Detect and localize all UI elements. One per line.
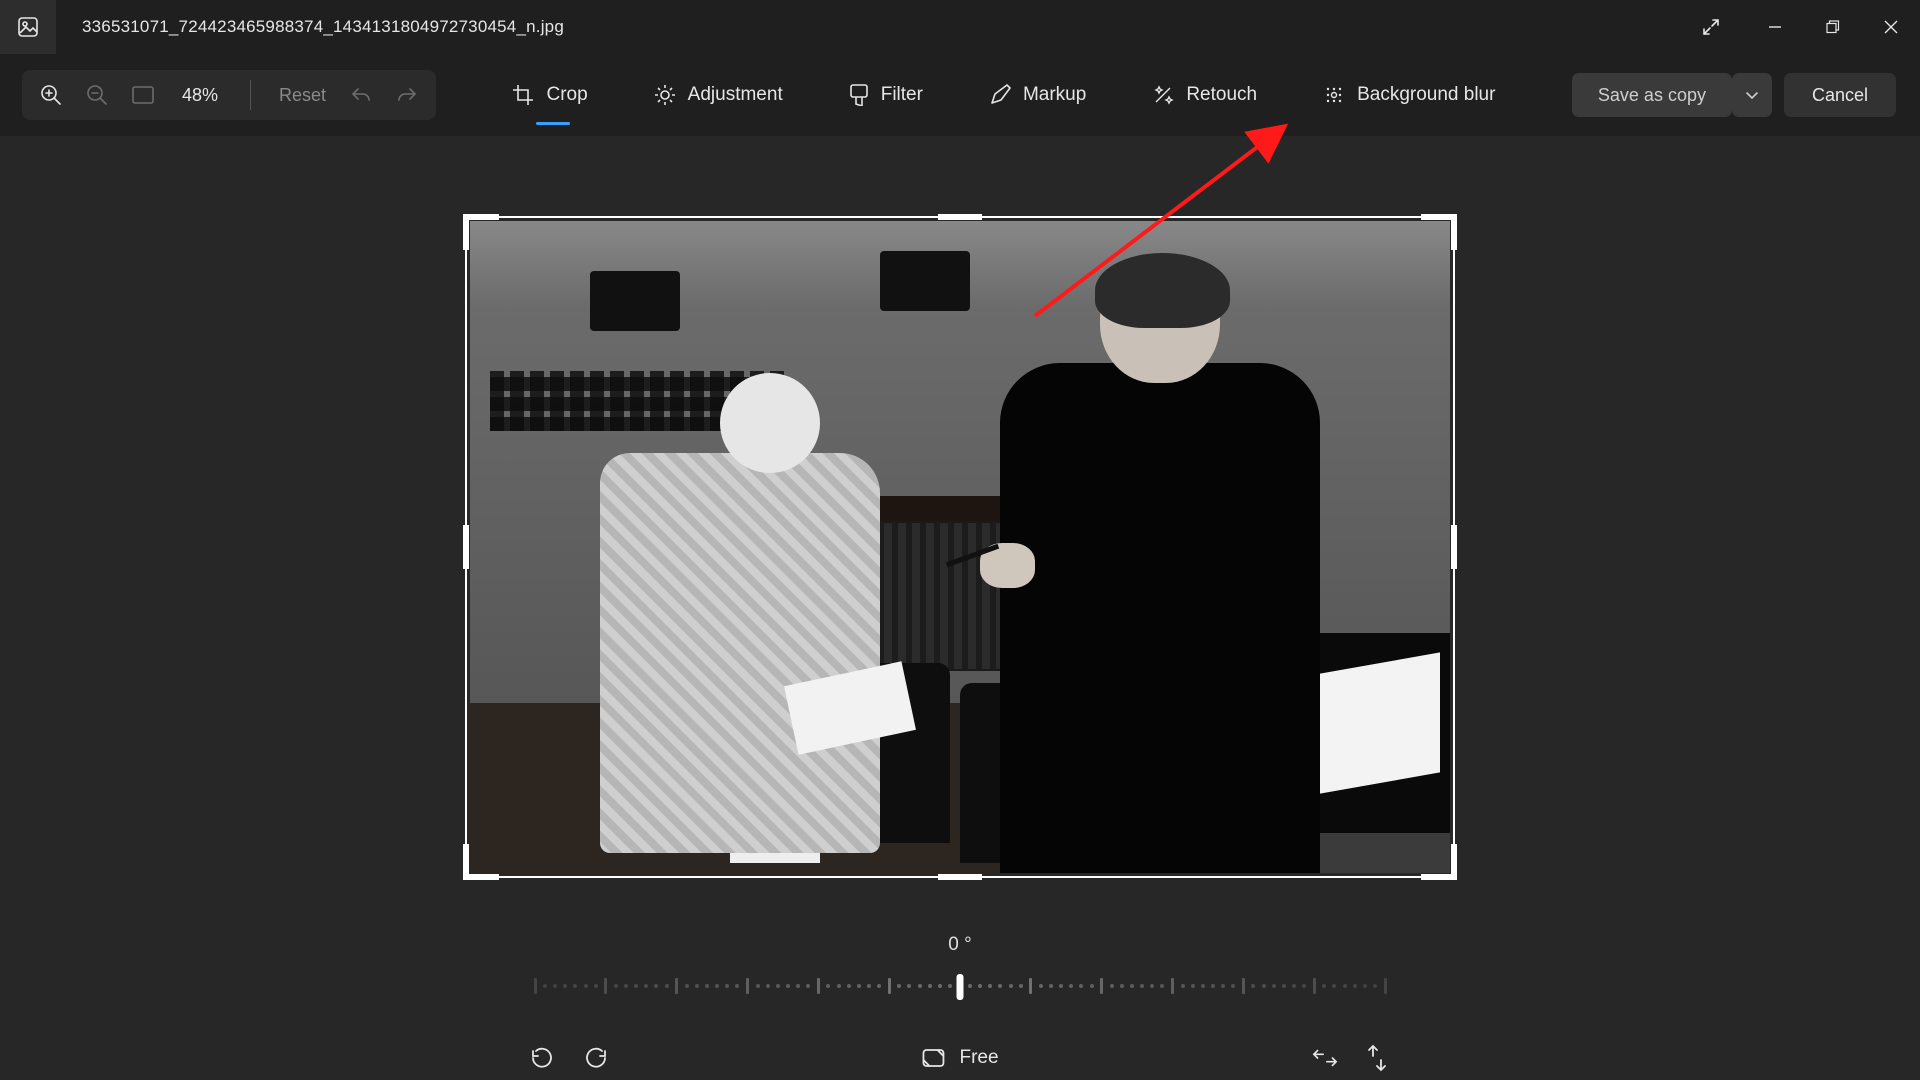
save-as-copy-button[interactable]: Save as copy (1572, 73, 1732, 117)
save-options-button[interactable] (1732, 73, 1772, 117)
rotation-value: 0 ° (948, 934, 971, 956)
crop-handle-top[interactable] (938, 214, 982, 220)
retouch-icon (1152, 84, 1174, 106)
crop-frame[interactable] (465, 216, 1455, 878)
crop-handle-top-left[interactable] (463, 214, 469, 250)
fullscreen-button[interactable] (1676, 0, 1746, 54)
divider (250, 80, 251, 110)
tab-background-blur-label: Background blur (1357, 84, 1495, 106)
edit-tabs: Crop Adjustment Filter Markup Retouch Ba… (436, 78, 1572, 112)
rotation-ruler[interactable] (535, 974, 1385, 998)
tab-markup-label: Markup (1023, 84, 1086, 106)
zoom-percent: 48% (182, 85, 218, 106)
save-label: Save as copy (1598, 85, 1706, 106)
undo-button[interactable] (350, 84, 372, 106)
minimize-icon (1768, 20, 1782, 34)
zoom-in-icon (40, 84, 62, 106)
crop-bottom-controls: Free (530, 1034, 1390, 1080)
adjustment-icon (654, 84, 676, 106)
tab-background-blur[interactable]: Background blur (1321, 78, 1497, 112)
tab-markup[interactable]: Markup (987, 78, 1088, 112)
expand-icon (1701, 17, 1721, 37)
crop-handle-bottom[interactable] (938, 874, 982, 880)
tab-filter[interactable]: Filter (847, 78, 925, 112)
cancel-button[interactable]: Cancel (1784, 73, 1896, 117)
zoom-in-button[interactable] (40, 84, 62, 106)
app-icon[interactable] (0, 0, 56, 54)
crop-handle-bottom-left[interactable] (463, 844, 469, 880)
zoom-out-button[interactable] (86, 84, 108, 106)
cancel-label: Cancel (1812, 85, 1868, 106)
maximize-button[interactable] (1804, 0, 1862, 54)
flip-horizontal-button[interactable] (1312, 1045, 1338, 1071)
action-buttons: Save as copy Cancel (1572, 73, 1920, 117)
tab-crop[interactable]: Crop (510, 78, 589, 112)
zoom-cluster: 48% Reset (22, 70, 436, 120)
crop-icon (512, 84, 534, 106)
fit-icon (132, 86, 154, 104)
rotate-ccw-button[interactable] (530, 1045, 556, 1071)
crop-handle-top-right[interactable] (1451, 214, 1457, 250)
undo-icon (350, 84, 372, 106)
background-blur-icon (1323, 84, 1345, 106)
aspect-icon (921, 1046, 945, 1070)
markup-icon (989, 84, 1011, 106)
aspect-ratio-button[interactable]: Free (921, 1046, 998, 1070)
editor-stage: 0 ° Free (0, 136, 1920, 1080)
rotate-cw-icon (582, 1045, 608, 1071)
title-bar: 336531071_724423465988374_14341318049727… (0, 0, 1920, 54)
tab-adjustment[interactable]: Adjustment (652, 78, 785, 112)
file-name: 336531071_724423465988374_14341318049727… (82, 17, 564, 37)
crop-handle-left[interactable] (463, 525, 469, 569)
editor-toolbar: 48% Reset Crop Adjustment Filter Markup (0, 54, 1920, 136)
tab-adjustment-label: Adjustment (688, 84, 783, 106)
tab-retouch-label: Retouch (1186, 84, 1257, 106)
zoom-fit-button[interactable] (132, 84, 154, 106)
close-icon (1884, 20, 1898, 34)
rotation-thumb[interactable] (957, 974, 964, 1000)
photo-app-icon (16, 15, 40, 39)
aspect-label: Free (959, 1047, 998, 1069)
reset-button[interactable]: Reset (279, 85, 326, 106)
redo-button[interactable] (396, 84, 418, 106)
flip-vertical-icon (1366, 1044, 1388, 1072)
crop-handle-right[interactable] (1451, 525, 1457, 569)
filter-icon (849, 84, 869, 106)
flip-horizontal-icon (1312, 1047, 1338, 1069)
redo-icon (396, 84, 418, 106)
flip-vertical-button[interactable] (1364, 1045, 1390, 1071)
zoom-out-icon (86, 84, 108, 106)
chevron-down-icon (1744, 87, 1760, 103)
crop-handle-bottom-right[interactable] (1451, 844, 1457, 880)
tab-crop-label: Crop (546, 84, 587, 106)
maximize-icon (1826, 20, 1840, 34)
photo-preview[interactable] (470, 221, 1450, 873)
minimize-button[interactable] (1746, 0, 1804, 54)
tab-filter-label: Filter (881, 84, 923, 106)
tab-retouch[interactable]: Retouch (1150, 78, 1259, 112)
close-button[interactable] (1862, 0, 1920, 54)
rotate-ccw-icon (530, 1045, 556, 1071)
rotate-cw-button[interactable] (582, 1045, 608, 1071)
